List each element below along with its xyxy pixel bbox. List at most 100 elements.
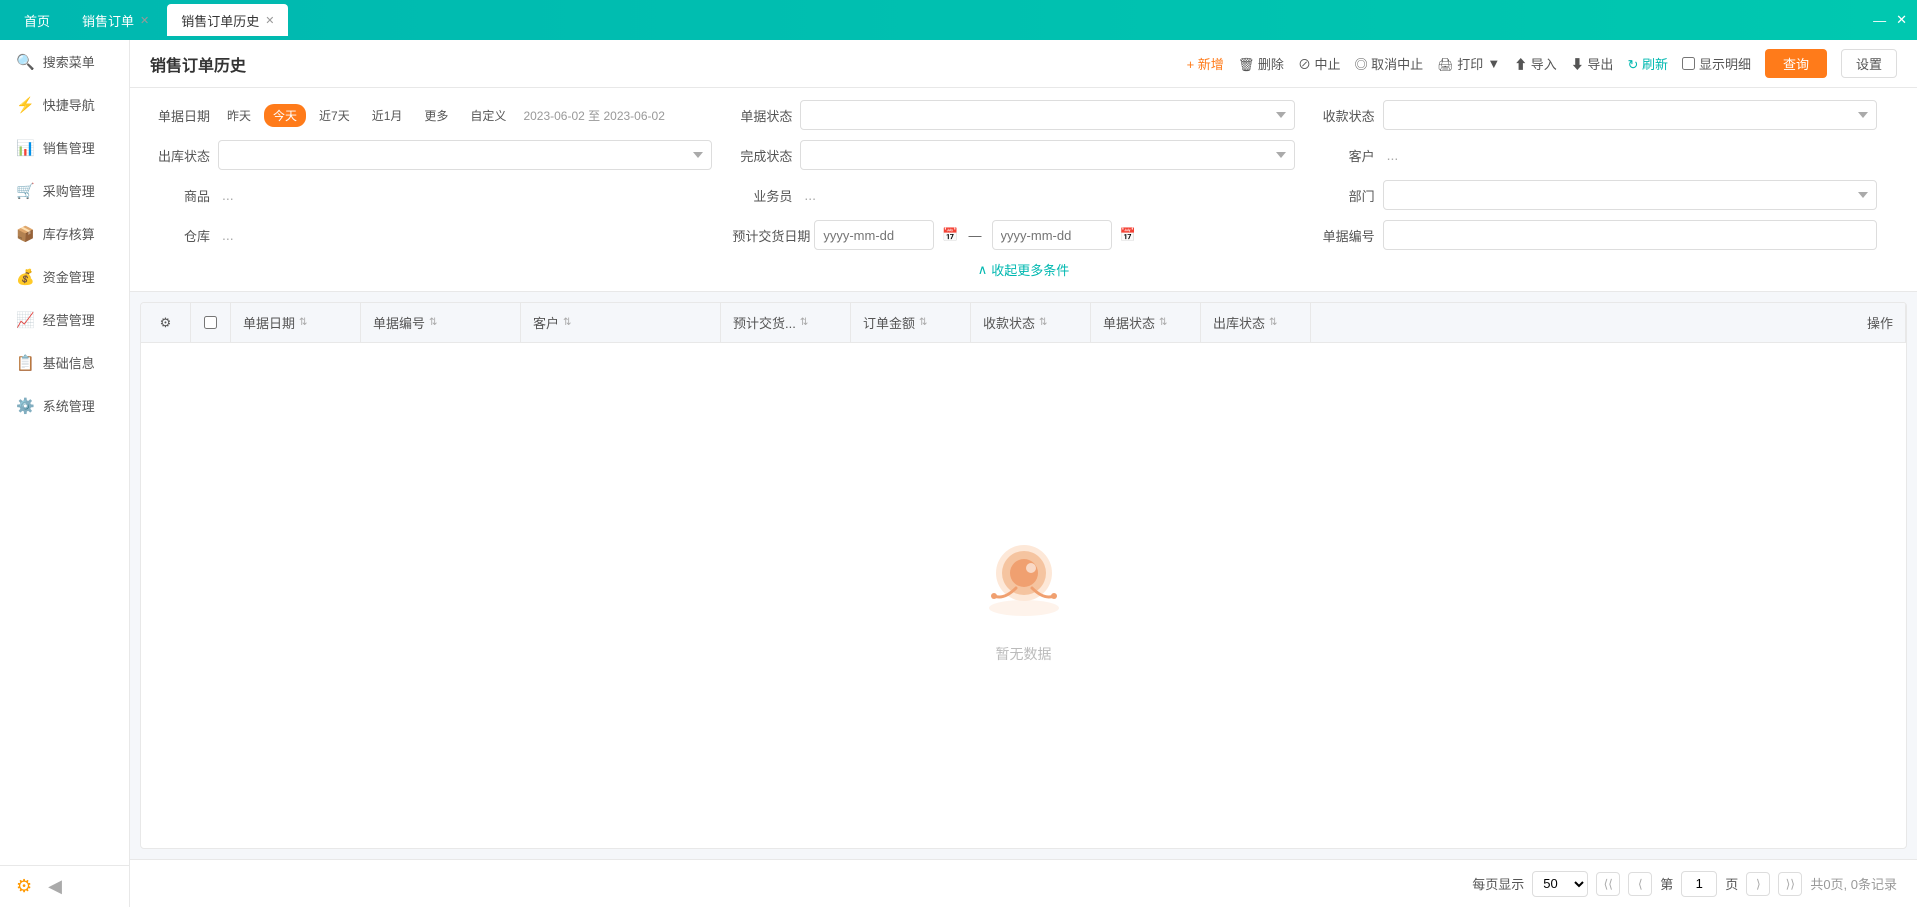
- tab-sales-order-history-close[interactable]: ✕: [265, 14, 274, 27]
- bill-num-input[interactable]: [1383, 220, 1877, 250]
- date-label: 单据日期: [150, 106, 210, 125]
- th-status[interactable]: 单据状态 ⇅: [1091, 303, 1201, 342]
- th-receipt[interactable]: 收款状态 ⇅: [971, 303, 1091, 342]
- th-amount[interactable]: 订单金额 ⇅: [851, 303, 971, 342]
- delivery-date-start-calendar-icon[interactable]: 📅: [942, 227, 958, 243]
- cancel-stop-btn[interactable]: ◎ 取消中止: [1355, 54, 1424, 73]
- th-status-sort-icon[interactable]: ⇅: [1159, 317, 1167, 328]
- finance-icon: 💰: [16, 268, 35, 286]
- window-minimize-icon[interactable]: —: [1873, 13, 1886, 28]
- th-delivery[interactable]: 预计交货... ⇅: [721, 303, 851, 342]
- tab-sales-order-close[interactable]: ✕: [140, 14, 149, 27]
- collapse-label: 收起更多条件: [991, 260, 1069, 279]
- bill-status-select[interactable]: [800, 100, 1294, 130]
- sidebar-settings-icon[interactable]: ⚙: [16, 876, 32, 897]
- collapse-up-icon: ∧: [978, 262, 988, 278]
- display-toggle-checkbox[interactable]: [1682, 57, 1695, 70]
- tab-sales-order-history[interactable]: 销售订单历史 ✕: [167, 4, 288, 36]
- sidebar-item-operation[interactable]: 📈 经营管理: [0, 298, 129, 341]
- th-customer-sort-icon[interactable]: ⇅: [563, 317, 571, 328]
- tab-sales-order[interactable]: 销售订单 ✕: [68, 4, 163, 36]
- filter-row-4: 仓库 ... 预计交货日期 📅 — 📅 单据编号: [150, 220, 1897, 250]
- delete-btn[interactable]: 🗑 删除: [1238, 54, 1284, 73]
- date-btn-custom[interactable]: 自定义: [461, 104, 515, 127]
- sidebar-item-sys-mgmt[interactable]: ⚙️ 系统管理: [0, 384, 129, 427]
- sidebar-item-sales-mgmt[interactable]: 📊 销售管理: [0, 126, 129, 169]
- th-op: 操作: [1311, 303, 1906, 342]
- date-btn-today[interactable]: 今天: [264, 104, 306, 127]
- th-check[interactable]: [191, 303, 231, 342]
- top-bar: 首页 销售订单 ✕ 销售订单历史 ✕ — ✕: [0, 0, 1917, 40]
- date-btn-more[interactable]: 更多: [415, 104, 457, 127]
- date-btn-7days[interactable]: 近7天: [310, 104, 359, 127]
- print-btn[interactable]: 🖨 打印 ▼: [1437, 54, 1500, 73]
- out-status-select[interactable]: [218, 140, 712, 170]
- sidebar-item-base-info-label: 基础信息: [43, 353, 95, 372]
- receipt-status-label: 收款状态: [1315, 106, 1375, 125]
- table-check-all[interactable]: [204, 316, 217, 329]
- th-receipt-sort-icon[interactable]: ⇅: [1039, 317, 1047, 328]
- display-toggle[interactable]: 显示明细: [1682, 54, 1751, 73]
- new-btn[interactable]: + 新增: [1187, 54, 1224, 73]
- th-settings[interactable]: ⚙: [141, 303, 191, 342]
- page-last-btn[interactable]: ⟩⟩: [1778, 872, 1802, 896]
- query-btn[interactable]: 查询: [1765, 49, 1827, 78]
- export-btn[interactable]: ⬇ 导出: [1571, 54, 1614, 73]
- page-next-btn[interactable]: ⟩: [1746, 872, 1770, 896]
- customer-dots-btn[interactable]: ...: [1383, 145, 1403, 165]
- delivery-date-end-calendar-icon[interactable]: 📅: [1120, 227, 1136, 243]
- empty-icon: [974, 528, 1074, 628]
- window-close-icon[interactable]: ✕: [1896, 12, 1907, 28]
- empty-state: 暂无数据: [141, 343, 1906, 848]
- display-toggle-label: 显示明细: [1699, 54, 1751, 73]
- salesperson-dots-btn[interactable]: ...: [800, 185, 820, 205]
- date-btn-1month[interactable]: 近1月: [363, 104, 412, 127]
- table-header: ⚙ 单据日期 ⇅ 单据编号 ⇅ 客户 ⇅ 预计交货...: [141, 303, 1906, 343]
- per-page-label: 每页显示: [1472, 874, 1524, 893]
- th-receipt-label: 收款状态: [983, 313, 1035, 332]
- sales-mgmt-icon: 📊: [16, 139, 35, 157]
- sys-mgmt-icon: ⚙️: [16, 397, 35, 415]
- receipt-status-select[interactable]: [1383, 100, 1877, 130]
- sidebar-item-base-info[interactable]: 📋 基础信息: [0, 341, 129, 384]
- th-date[interactable]: 单据日期 ⇅: [231, 303, 361, 342]
- tab-home[interactable]: 首页: [10, 4, 64, 36]
- filter-complete-status: 完成状态: [732, 140, 1314, 170]
- per-page-select[interactable]: 10 20 50 100: [1532, 871, 1588, 897]
- date-btn-yesterday[interactable]: 昨天: [218, 104, 260, 127]
- page-input[interactable]: [1681, 871, 1717, 897]
- table-container: ⚙ 单据日期 ⇅ 单据编号 ⇅ 客户 ⇅ 预计交货...: [140, 302, 1907, 849]
- page-prev-btn[interactable]: ⟨: [1628, 872, 1652, 896]
- th-delivery-sort-icon[interactable]: ⇅: [800, 317, 808, 328]
- inventory-icon: 📦: [16, 225, 35, 243]
- page-first-btn[interactable]: ⟨⟨: [1596, 872, 1620, 896]
- th-date-sort-icon[interactable]: ⇅: [299, 317, 307, 328]
- th-num-sort-icon[interactable]: ⇅: [429, 317, 437, 328]
- set-btn[interactable]: 设置: [1841, 49, 1897, 78]
- delivery-date-end[interactable]: [992, 220, 1112, 250]
- import-btn[interactable]: ⬆ 导入: [1514, 54, 1557, 73]
- customer-label: 客户: [1315, 146, 1375, 165]
- th-amount-sort-icon[interactable]: ⇅: [919, 317, 927, 328]
- sidebar-item-inventory[interactable]: 📦 库存核算: [0, 212, 129, 255]
- product-dots-btn[interactable]: ...: [218, 185, 238, 205]
- refresh-btn[interactable]: ↻ 刷新: [1627, 54, 1668, 73]
- table-settings-icon[interactable]: ⚙: [160, 315, 172, 331]
- dept-select[interactable]: [1383, 180, 1877, 210]
- delivery-date-start[interactable]: [814, 220, 934, 250]
- th-customer[interactable]: 客户 ⇅: [521, 303, 721, 342]
- collapse-row[interactable]: ∧ 收起更多条件: [150, 260, 1897, 279]
- sidebar: 🔍 搜索菜单 ⚡ 快捷导航 📊 销售管理 🛒 采购管理 📦 库存核算 💰 资金管…: [0, 40, 130, 907]
- complete-status-select[interactable]: [800, 140, 1294, 170]
- bill-num-label: 单据编号: [1315, 226, 1375, 245]
- warehouse-dots-btn[interactable]: ...: [218, 225, 238, 245]
- th-num[interactable]: 单据编号 ⇅: [361, 303, 521, 342]
- stop-btn[interactable]: ⊘ 中止: [1298, 54, 1341, 73]
- sidebar-item-quick-nav[interactable]: ⚡ 快捷导航: [0, 83, 129, 126]
- sidebar-item-finance[interactable]: 💰 资金管理: [0, 255, 129, 298]
- sidebar-item-search-menu[interactable]: 🔍 搜索菜单: [0, 40, 129, 83]
- sidebar-item-purchase-mgmt[interactable]: 🛒 采购管理: [0, 169, 129, 212]
- sidebar-collapse-icon[interactable]: ◀: [48, 876, 62, 897]
- th-out-sort-icon[interactable]: ⇅: [1269, 317, 1277, 328]
- th-out[interactable]: 出库状态 ⇅: [1201, 303, 1311, 342]
